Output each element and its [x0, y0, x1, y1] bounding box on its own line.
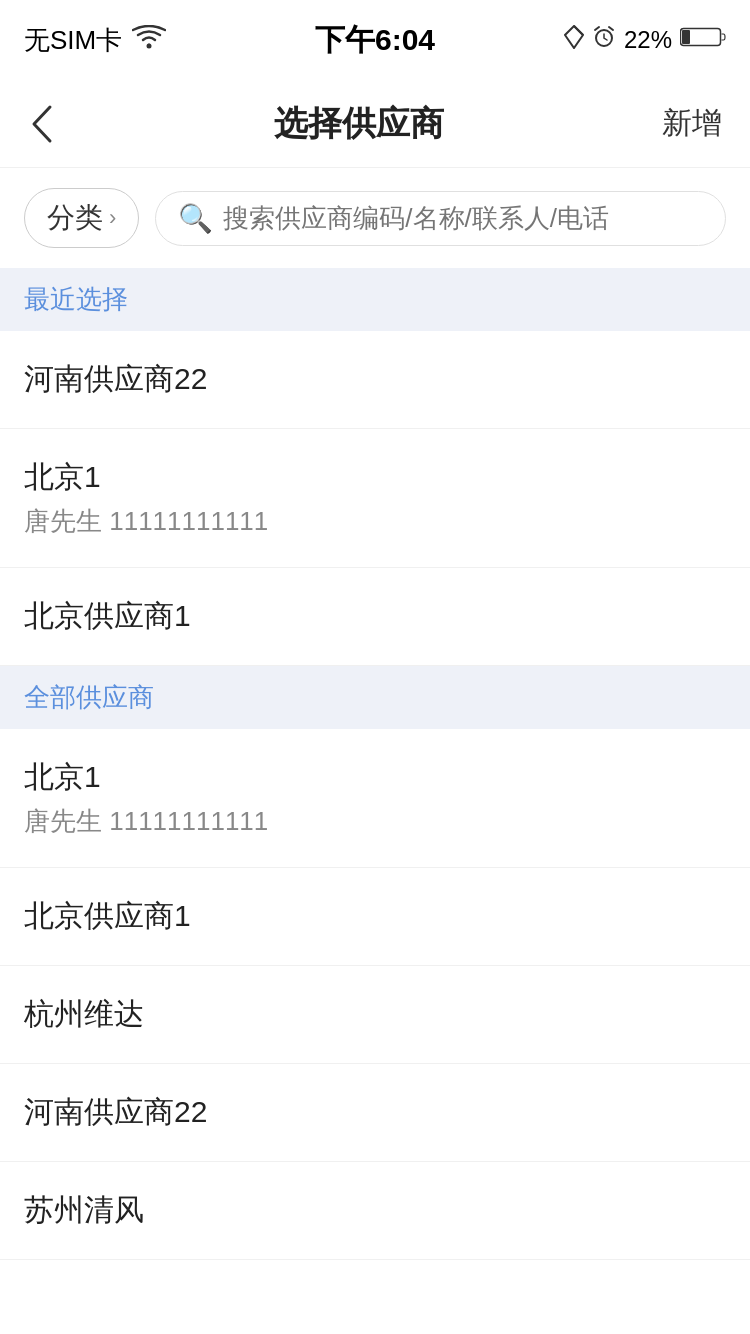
all-section-header: 全部供应商	[0, 666, 750, 729]
search-box[interactable]: 🔍	[155, 191, 726, 246]
item-sub: 唐先生 11111111111	[24, 804, 726, 839]
battery-icon	[680, 25, 726, 55]
battery-text: 22%	[624, 26, 672, 54]
status-bar: 无SIM卡 下午6:04 22%	[0, 0, 750, 80]
item-name: 河南供应商22	[24, 1092, 726, 1133]
status-right: 22%	[564, 25, 726, 55]
search-icon: 🔍	[178, 202, 213, 235]
recent-section-header: 最近选择	[0, 268, 750, 331]
item-name: 北京1	[24, 757, 726, 798]
svg-rect-3	[682, 30, 690, 44]
list-item[interactable]: 北京1 唐先生 11111111111	[0, 429, 750, 568]
wifi-icon	[132, 25, 166, 56]
svg-point-0	[147, 43, 152, 48]
recent-items-list: 河南供应商22 北京1 唐先生 11111111111 北京供应商1	[0, 331, 750, 666]
page-title: 选择供应商	[274, 101, 444, 147]
list-item[interactable]: 北京供应商1	[0, 568, 750, 666]
list-item[interactable]: 北京1 唐先生 11111111111	[0, 729, 750, 868]
category-label: 分类	[47, 199, 103, 237]
category-button[interactable]: 分类 ›	[24, 188, 139, 248]
item-name: 苏州清风	[24, 1190, 726, 1231]
search-input[interactable]	[223, 203, 703, 234]
add-button[interactable]: 新增	[662, 103, 722, 144]
item-name: 北京供应商1	[24, 596, 726, 637]
all-items-list: 北京1 唐先生 11111111111 北京供应商1 杭州维达河南供应商22 苏州清风	[0, 729, 750, 1260]
list-item[interactable]: 杭州维达	[0, 966, 750, 1064]
list-item[interactable]: 苏州清风	[0, 1162, 750, 1260]
location-icon	[564, 25, 584, 55]
item-name: 北京1	[24, 457, 726, 498]
alarm-icon	[592, 25, 616, 55]
status-time: 下午6:04	[315, 20, 435, 61]
recent-section-label: 最近选择	[24, 284, 128, 314]
all-section-label: 全部供应商	[24, 682, 154, 712]
list-item[interactable]: 河南供应商22	[0, 331, 750, 429]
filter-row: 分类 › 🔍	[0, 168, 750, 268]
back-button[interactable]	[28, 101, 56, 147]
chevron-right-icon: ›	[109, 205, 116, 231]
item-sub: 唐先生 11111111111	[24, 504, 726, 539]
list-item[interactable]: 北京供应商1	[0, 868, 750, 966]
item-name: 北京供应商1	[24, 896, 726, 937]
item-name: 河南供应商22	[24, 359, 726, 400]
list-item[interactable]: 河南供应商22	[0, 1064, 750, 1162]
carrier-text: 无SIM卡	[24, 23, 122, 58]
item-name: 杭州维达	[24, 994, 726, 1035]
status-left: 无SIM卡	[24, 23, 166, 58]
nav-bar: 选择供应商 新增	[0, 80, 750, 168]
